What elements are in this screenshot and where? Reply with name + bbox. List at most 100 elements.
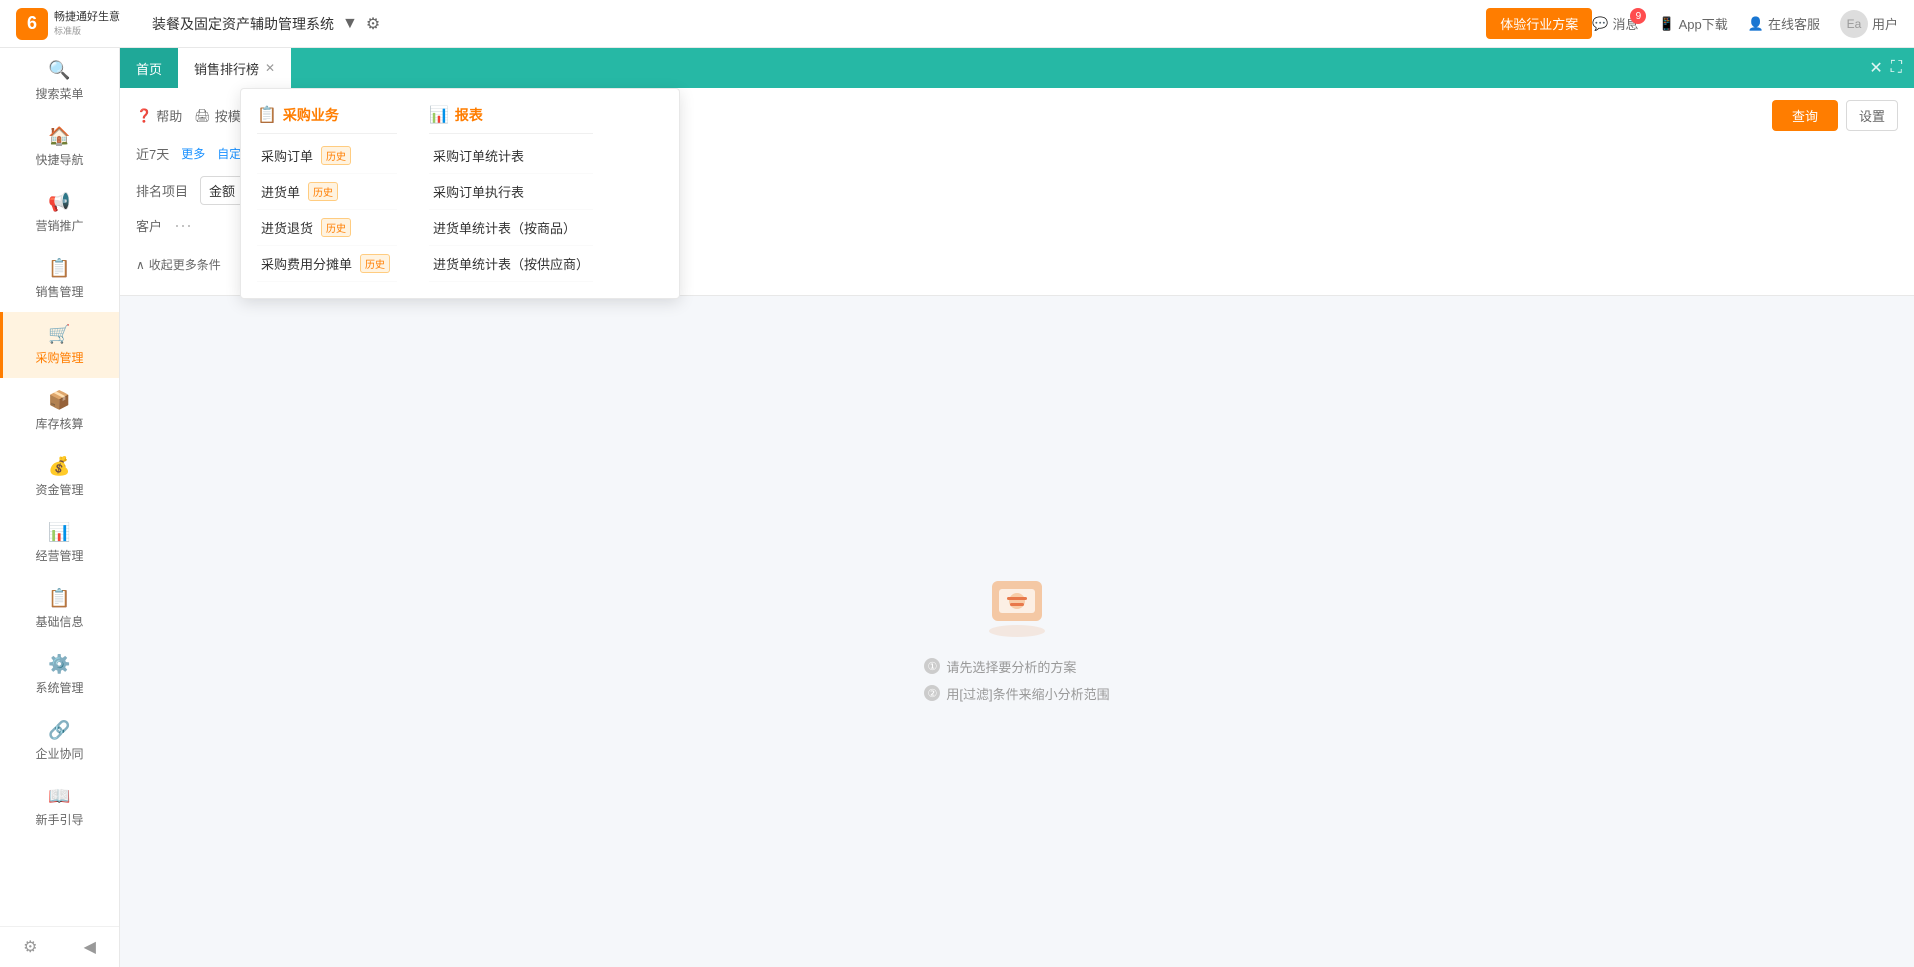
sidebar: 🔍 搜索菜单 🏠 快捷导航 📢 营销推广 📋 销售管理 🛒 采购管理 📦 库存核… (0, 48, 120, 967)
content-area: 首页 销售排行榜 ✕ ✕ ⛶ ❓ 帮助 🖨 (120, 48, 1914, 967)
customer-label: 客户 (136, 216, 162, 235)
home-icon: 🏠 (48, 126, 70, 147)
tab-maximize-icon[interactable]: ⛶ (1891, 59, 1902, 77)
avatar: Ea (1840, 10, 1868, 38)
dropdown-item-report-3[interactable]: 进货单统计表（按商品） (429, 210, 593, 246)
logo-name: 畅捷通好生意 (54, 10, 120, 24)
tip-num-1: ① (924, 658, 940, 674)
purchase-section-label: 采购业务 (283, 105, 339, 125)
dropdown-item-purchase-return[interactable]: 进货退货 历史 (257, 210, 397, 246)
sidebar-item-search[interactable]: 🔍 搜索菜单 (0, 48, 119, 114)
search-icon: 🔍 (48, 60, 70, 81)
dropdown-item-report-2[interactable]: 采购订单执行表 (429, 174, 593, 210)
empty-tip-2: ② 用[过滤]条件来缩小分析范围 (924, 684, 1109, 703)
customer-dots[interactable]: ··· (174, 215, 192, 236)
report-section-icon: 📊 (429, 105, 449, 125)
settings-bottom-icon[interactable]: ⚙ (23, 937, 37, 957)
tab-bar-right: ✕ ⛶ (1869, 58, 1914, 78)
tab-sales-rank-label: 销售排行榜 (194, 59, 259, 78)
tip-text-2: 用[过滤]条件来缩小分析范围 (946, 684, 1109, 703)
sidebar-label-enterprise: 企业协同 (35, 745, 83, 762)
purchase-dropdown-menu: 📋 采购业务 采购订单 历史 进货单 历史 进货退货 历史 采购费用分摊单 (240, 88, 680, 299)
purchase-section-icon: 📋 (257, 105, 277, 125)
purchase-return-history-badge: 历史 (321, 218, 351, 237)
collapse-sidebar-icon[interactable]: ◀ (84, 937, 96, 957)
purchase-in-label: 进货单 (261, 182, 300, 201)
tab-home-label: 首页 (136, 59, 162, 78)
system-title-area: 装餐及固定资产辅助管理系统 ▼ ⚙ (136, 14, 1486, 34)
dropdown-item-report-1[interactable]: 采购订单统计表 (429, 138, 593, 174)
rank-value: 金额 (209, 181, 235, 200)
help-label: 帮助 (156, 106, 182, 125)
header-actions: 💬 消息 9 📱 App下载 👤 在线客服 Ea 用户 (1592, 10, 1898, 38)
sidebar-item-basic-info[interactable]: 📋 基础信息 (0, 576, 119, 642)
dropdown-item-purchase-order[interactable]: 采购订单 历史 (257, 138, 397, 174)
sidebar-label-basic-info: 基础信息 (35, 613, 83, 630)
dropdown-item-purchase-cost[interactable]: 采购费用分摊单 历史 (257, 246, 397, 282)
inventory-icon: 📦 (48, 390, 70, 411)
sidebar-label-purchase: 采购管理 (35, 349, 83, 366)
gear-icon[interactable]: ⚙ (366, 14, 380, 34)
report-4-label: 进货单统计表（按供应商） (433, 254, 589, 273)
purchase-in-history-badge: 历史 (308, 182, 338, 201)
sidebar-item-purchase[interactable]: 🛒 采购管理 (0, 312, 119, 378)
empty-tips: ① 请先选择要分析的方案 ② 用[过滤]条件来缩小分析范围 (924, 657, 1109, 703)
message-action[interactable]: 💬 消息 9 (1592, 14, 1638, 33)
app-download-action[interactable]: 📱 App下载 (1658, 14, 1727, 33)
sidebar-item-system[interactable]: ⚙️ 系统管理 (0, 642, 119, 708)
report-section-title: 📊 报表 (429, 105, 593, 134)
system-settings-icon[interactable]: ▼ (342, 15, 358, 33)
sidebar-item-operations[interactable]: 📊 经营管理 (0, 510, 119, 576)
dropdown-item-purchase-in[interactable]: 进货单 历史 (257, 174, 397, 210)
purchase-order-label: 采购订单 (261, 146, 313, 165)
enterprise-icon: 🔗 (48, 720, 70, 741)
sidebar-item-inventory[interactable]: 📦 库存核算 (0, 378, 119, 444)
empty-state: ① 请先选择要分析的方案 ② 用[过滤]条件来缩小分析范围 (120, 296, 1914, 967)
system-title: 装餐及固定资产辅助管理系统 (152, 14, 334, 34)
sidebar-item-enterprise[interactable]: 🔗 企业协同 (0, 708, 119, 774)
user-action[interactable]: Ea 用户 (1840, 10, 1898, 38)
marketing-icon: 📢 (48, 192, 70, 213)
help-btn[interactable]: ❓ 帮助 (136, 106, 182, 125)
purchase-section: 📋 采购业务 采购订单 历史 进货单 历史 进货退货 历史 采购费用分摊单 (257, 105, 397, 282)
sidebar-label-operations: 经营管理 (35, 547, 83, 564)
dropdown-item-report-4[interactable]: 进货单统计表（按供应商） (429, 246, 593, 282)
finance-icon: 💰 (48, 456, 70, 477)
sidebar-item-sales[interactable]: 📋 销售管理 (0, 246, 119, 312)
logo-icon: 6 (16, 8, 48, 40)
empty-illustration (977, 561, 1057, 641)
date-more-btn[interactable]: 更多 (181, 145, 205, 162)
sidebar-label-guide: 新手引导 (35, 811, 83, 828)
basic-info-icon: 📋 (48, 588, 70, 609)
tab-sales-rank[interactable]: 销售排行榜 ✕ (178, 48, 291, 88)
search-button[interactable]: 查询 (1772, 100, 1838, 131)
print-icon: 🖨 (194, 108, 211, 124)
report-3-label: 进货单统计表（按商品） (433, 218, 576, 237)
sidebar-label-marketing: 营销推广 (35, 217, 83, 234)
sidebar-item-finance[interactable]: 💰 资金管理 (0, 444, 119, 510)
sidebar-item-guide[interactable]: 📖 新手引导 (0, 774, 119, 840)
tip-text-1: 请先选择要分析的方案 (946, 657, 1076, 676)
tab-close-all-icon[interactable]: ✕ (1869, 58, 1882, 78)
app-download-label: App下载 (1679, 14, 1728, 33)
report-2-label: 采购订单执行表 (433, 182, 524, 201)
sidebar-label-inventory: 库存核算 (35, 415, 83, 432)
sidebar-item-quick-nav[interactable]: 🏠 快捷导航 (0, 114, 119, 180)
report-section-label: 报表 (455, 105, 483, 125)
tab-home[interactable]: 首页 (120, 48, 178, 88)
tab-close-icon[interactable]: ✕ (265, 61, 275, 75)
online-service-action[interactable]: 👤 在线客服 (1748, 14, 1820, 33)
purchase-order-history-badge: 历史 (321, 146, 351, 165)
sidebar-item-marketing[interactable]: 📢 营销推广 (0, 180, 119, 246)
industry-btn[interactable]: 体验行业方案 (1486, 8, 1592, 39)
logo-text: 畅捷通好生意 标准版 (54, 10, 120, 37)
settings-button[interactable]: 设置 (1846, 100, 1898, 131)
sidebar-label-system: 系统管理 (35, 679, 83, 696)
guide-icon: 📖 (48, 786, 70, 807)
sidebar-bottom: ⚙ ◀ (0, 926, 119, 967)
tab-bar: 首页 销售排行榜 ✕ ✕ ⛶ (120, 48, 1914, 88)
purchase-section-title: 📋 采购业务 (257, 105, 397, 134)
phone-icon: 📱 (1658, 16, 1674, 32)
purchase-return-label: 进货退货 (261, 218, 313, 237)
sidebar-label-search: 搜索菜单 (35, 85, 83, 102)
